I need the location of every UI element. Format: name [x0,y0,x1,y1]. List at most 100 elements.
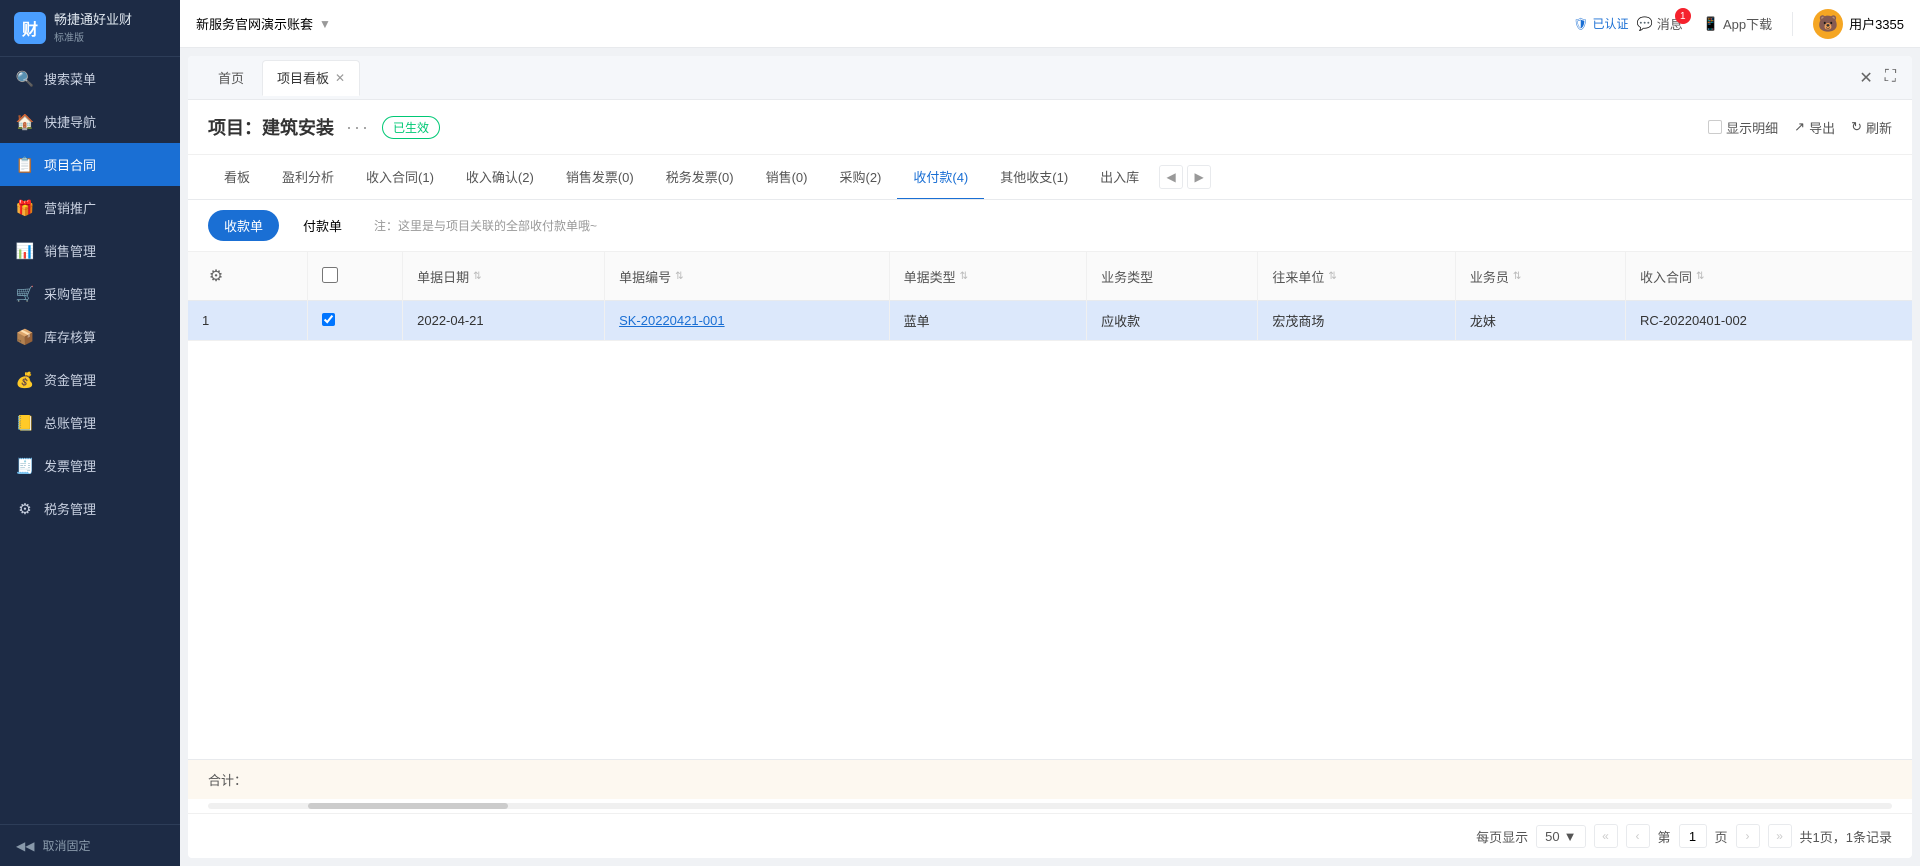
funds-icon: 💰 [16,371,34,389]
sidebar-item-label: 资金管理 [44,370,96,389]
sub-tab-sales[interactable]: 销售(0) [750,155,824,200]
row-checkbox[interactable] [322,313,335,326]
th-type[interactable]: 单据类型 ⇅ [889,252,1087,301]
marketing-icon: 🎁 [16,199,34,217]
sub-tab-payment[interactable]: 收付款(4) [897,155,984,200]
sub-tab-prev-arrow[interactable]: ◀ [1159,165,1183,189]
row-index: 1 [188,301,307,341]
sales-icon: 📊 [16,242,34,260]
th-check[interactable] [307,252,402,301]
pagination-first-button[interactable]: « [1594,824,1618,848]
export-icon: ↗ [1794,119,1805,135]
tab-close-window-icon[interactable]: ✕ [1859,68,1872,88]
search-icon: 🔍 [16,70,34,88]
messages-button[interactable]: 💬 消息 1 [1637,14,1683,33]
per-page-select[interactable]: 50 ▼ [1536,825,1585,848]
pagination-prev-button[interactable]: ‹ [1626,824,1650,848]
content-area: 首页 项目看板 ✕ ✕ ⛶ 项目：建筑安装 ··· 已生效 显示明细 [188,56,1912,858]
th-gear[interactable]: ⚙ [188,252,307,301]
sidebar-item-inventory[interactable]: 📦 库存核算 [0,315,180,358]
invoice-icon: 🧾 [16,457,34,475]
sidebar-item-marketing[interactable]: 🎁 营销推广 [0,186,180,229]
tax-icon: ⚙ [16,500,34,518]
sidebar-item-project[interactable]: 📋 项目合同 [0,143,180,186]
account-dropdown-icon[interactable]: ▼ [319,17,331,31]
sub-tab-income-confirm[interactable]: 收入确认(2) [450,155,550,200]
display-detail-toggle[interactable]: 显示明细 [1708,118,1778,137]
app-download-button[interactable]: 📱 App下载 [1703,14,1772,33]
pagination-last-button[interactable]: » [1768,824,1792,848]
select-all-checkbox[interactable] [322,267,338,283]
tab-home[interactable]: 首页 [204,60,258,96]
th-number[interactable]: 单据编号 ⇅ [605,252,889,301]
phone-icon: 📱 [1703,16,1719,32]
sidebar-item-ledger[interactable]: 📒 总账管理 [0,401,180,444]
certified-badge: 🛡 已认证 [1573,15,1628,32]
sidebar-item-sales[interactable]: 📊 销售管理 [0,229,180,272]
th-date[interactable]: 单据日期 ⇅ [403,252,605,301]
ledger-icon: 📒 [16,414,34,432]
sub-tab-next-arrow[interactable]: ▶ [1187,165,1211,189]
tab-expand-icon[interactable]: ⛶ [1885,68,1896,88]
sub-tab-other[interactable]: 其他收支(1) [984,155,1084,200]
table-row[interactable]: 1 2022-04-21 SK-20220421-001 蓝单 应收款 宏茂商场… [188,301,1912,341]
sidebar-item-purchase[interactable]: 🛒 采购管理 [0,272,180,315]
pagination-next-button[interactable]: › [1736,824,1760,848]
page-number-input[interactable] [1679,824,1707,848]
inner-tab-receipt[interactable]: 收款单 [208,210,279,241]
sub-tab-income-contract[interactable]: 收入合同(1) [350,155,450,200]
page-more-icon[interactable]: ··· [346,117,370,138]
sidebar-item-funds[interactable]: 💰 资金管理 [0,358,180,401]
sub-tab-profit[interactable]: 盈利分析 [266,155,350,200]
row-check[interactable] [307,301,402,341]
purchase-icon: 🛒 [16,285,34,303]
sort-icon-date: ⇅ [473,271,481,282]
topbar-right: 💬 消息 1 📱 App下载 🐻 用户3355 [1637,9,1904,39]
page-suffix: 页 [1715,827,1728,846]
horizontal-scrollbar[interactable] [188,799,1912,813]
sub-tab-tax-invoice[interactable]: 税务发票(0) [650,155,750,200]
sidebar-item-tax[interactable]: ⚙ 税务管理 [0,487,180,530]
sub-tab-warehouse[interactable]: 出入库 [1084,155,1155,200]
account-selector[interactable]: 新服务官网演示账套 ▼ [196,14,1565,33]
tab-bar: 首页 项目看板 ✕ ✕ ⛶ [188,56,1912,100]
sub-tabs: 看板 盈利分析 收入合同(1) 收入确认(2) 销售发票(0) 税务发票(0) … [188,155,1912,200]
per-page-dropdown-icon: ▼ [1564,829,1577,844]
sidebar-item-quicknav[interactable]: 🏠 快捷导航 [0,100,180,143]
th-contract[interactable]: 收入合同 ⇅ [1625,252,1912,301]
total-info: 共1页，1条记录 [1800,827,1892,846]
refresh-button[interactable]: ↻ 刷新 [1851,118,1892,137]
scrollbar-thumb[interactable] [308,803,508,809]
sidebar-item-search[interactable]: 🔍 搜索菜单 [0,57,180,100]
sidebar-item-invoice[interactable]: 🧾 发票管理 [0,444,180,487]
sidebar-unpin-button[interactable]: ◀◀ 取消固定 [0,824,180,866]
sub-tab-purchase[interactable]: 采购(2) [823,155,897,200]
th-salesman[interactable]: 业务员 ⇅ [1455,252,1625,301]
sidebar-item-label: 库存核算 [44,327,96,346]
sidebar-logo: 财 畅捷通好业财 标准版 [0,0,180,57]
sidebar-item-label: 税务管理 [44,499,96,518]
export-button[interactable]: ↗ 导出 [1794,118,1835,137]
sub-tab-sales-invoice[interactable]: 销售发票(0) [550,155,650,200]
th-biz-type: 业务类型 [1087,252,1258,301]
display-detail-checkbox[interactable] [1708,120,1722,134]
sub-tab-kanban[interactable]: 看板 [208,155,266,200]
row-type: 蓝单 [889,301,1087,341]
sidebar-item-label: 发票管理 [44,456,96,475]
sidebar-item-label: 营销推广 [44,198,96,217]
table-footer: 合计： [188,759,1912,799]
tab-project[interactable]: 项目看板 ✕ [262,60,360,96]
row-partner: 宏茂商场 [1258,301,1456,341]
table-container: ⚙ 单据日期 ⇅ 单据编号 [188,252,1912,759]
account-name: 新服务官网演示账套 [196,14,313,33]
sort-icon-partner: ⇅ [1328,271,1336,282]
inner-tab-note: 注：这里是与项目关联的全部收付款单哦~ [374,217,597,234]
user-menu[interactable]: 🐻 用户3355 [1813,9,1904,39]
column-settings-icon[interactable]: ⚙ [202,262,230,290]
scrollbar-track [208,803,1892,809]
row-number[interactable]: SK-20220421-001 [605,301,889,341]
shield-icon: 🛡 [1573,17,1588,31]
inner-tab-payment[interactable]: 付款单 [287,210,358,241]
th-partner[interactable]: 往来单位 ⇅ [1258,252,1456,301]
tab-close-icon[interactable]: ✕ [335,71,345,85]
